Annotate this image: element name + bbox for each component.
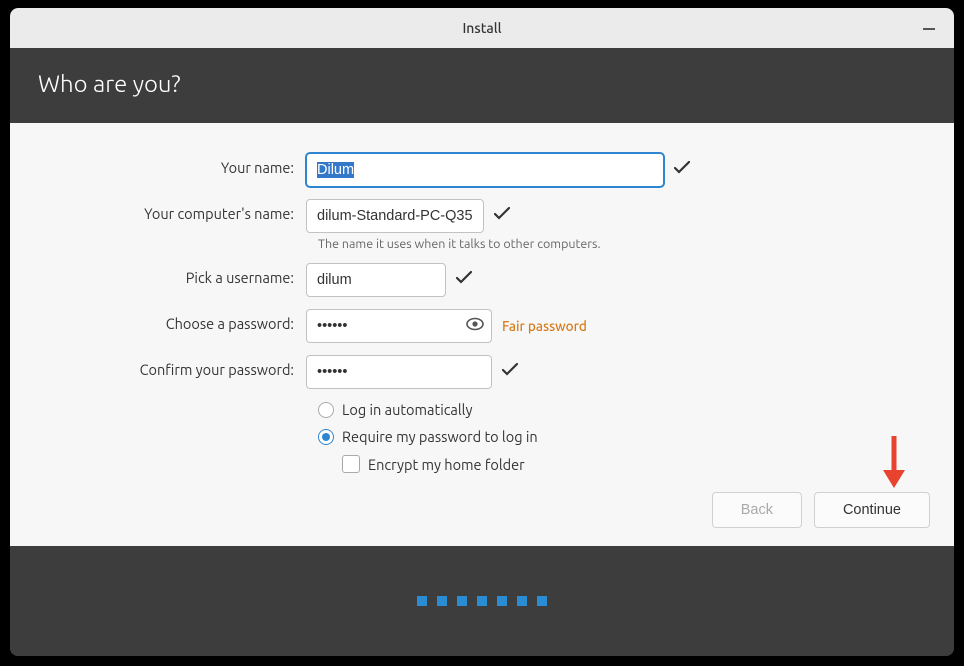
encrypt-label: Encrypt my home folder bbox=[368, 456, 525, 473]
computer-hint: The name it uses when it talks to other … bbox=[318, 237, 930, 251]
row-confirm: Confirm your password: bbox=[34, 355, 930, 389]
radio-require-password[interactable]: Require my password to log in bbox=[318, 428, 930, 445]
confirm-input[interactable] bbox=[306, 355, 492, 389]
progress-dot bbox=[537, 596, 547, 606]
check-icon bbox=[456, 271, 472, 289]
progress-dot bbox=[437, 596, 447, 606]
login-options: Log in automatically Require my password… bbox=[318, 401, 930, 473]
checkbox-icon[interactable] bbox=[342, 455, 360, 473]
minimize-icon[interactable] bbox=[922, 22, 936, 36]
name-label: Your name: bbox=[34, 153, 306, 176]
radio-require-label: Require my password to log in bbox=[342, 428, 538, 445]
password-strength: Fair password bbox=[502, 318, 587, 334]
check-icon bbox=[502, 363, 518, 381]
page-header: Who are you? bbox=[10, 48, 954, 123]
continue-button[interactable]: Continue bbox=[814, 492, 930, 528]
progress-dot bbox=[497, 596, 507, 606]
radio-auto-login[interactable]: Log in automatically bbox=[318, 401, 930, 418]
row-name: Your name: bbox=[34, 153, 930, 187]
progress-dot bbox=[417, 596, 427, 606]
check-icon bbox=[674, 161, 690, 179]
password-label: Choose a password: bbox=[34, 309, 306, 332]
check-icon bbox=[494, 207, 510, 225]
progress-indicator bbox=[10, 546, 954, 656]
username-input[interactable] bbox=[306, 263, 446, 297]
titlebar: Install bbox=[10, 8, 954, 48]
username-label: Pick a username: bbox=[34, 263, 306, 286]
content-area: Your name: Your computer's name: The nam… bbox=[10, 123, 954, 546]
radio-icon[interactable] bbox=[318, 429, 334, 445]
progress-dot bbox=[517, 596, 527, 606]
progress-dot bbox=[477, 596, 487, 606]
window-title: Install bbox=[462, 20, 501, 36]
row-computer: Your computer's name: bbox=[34, 199, 930, 233]
page-title: Who are you? bbox=[38, 70, 926, 97]
computer-input[interactable] bbox=[306, 199, 484, 233]
row-password: Choose a password: Fair password bbox=[34, 309, 930, 343]
row-username: Pick a username: bbox=[34, 263, 930, 297]
checkbox-encrypt[interactable]: Encrypt my home folder bbox=[342, 455, 930, 473]
eye-icon[interactable] bbox=[466, 317, 484, 335]
back-button[interactable]: Back bbox=[712, 492, 802, 528]
name-input[interactable] bbox=[306, 153, 664, 187]
confirm-label: Confirm your password: bbox=[34, 355, 306, 378]
radio-icon[interactable] bbox=[318, 402, 334, 418]
password-input[interactable] bbox=[306, 309, 492, 343]
computer-label: Your computer's name: bbox=[34, 199, 306, 222]
install-window: Install Who are you? Your name: Your com… bbox=[10, 8, 954, 656]
radio-auto-label: Log in automatically bbox=[342, 401, 472, 418]
button-row: Back Continue bbox=[712, 492, 930, 528]
progress-dot bbox=[457, 596, 467, 606]
